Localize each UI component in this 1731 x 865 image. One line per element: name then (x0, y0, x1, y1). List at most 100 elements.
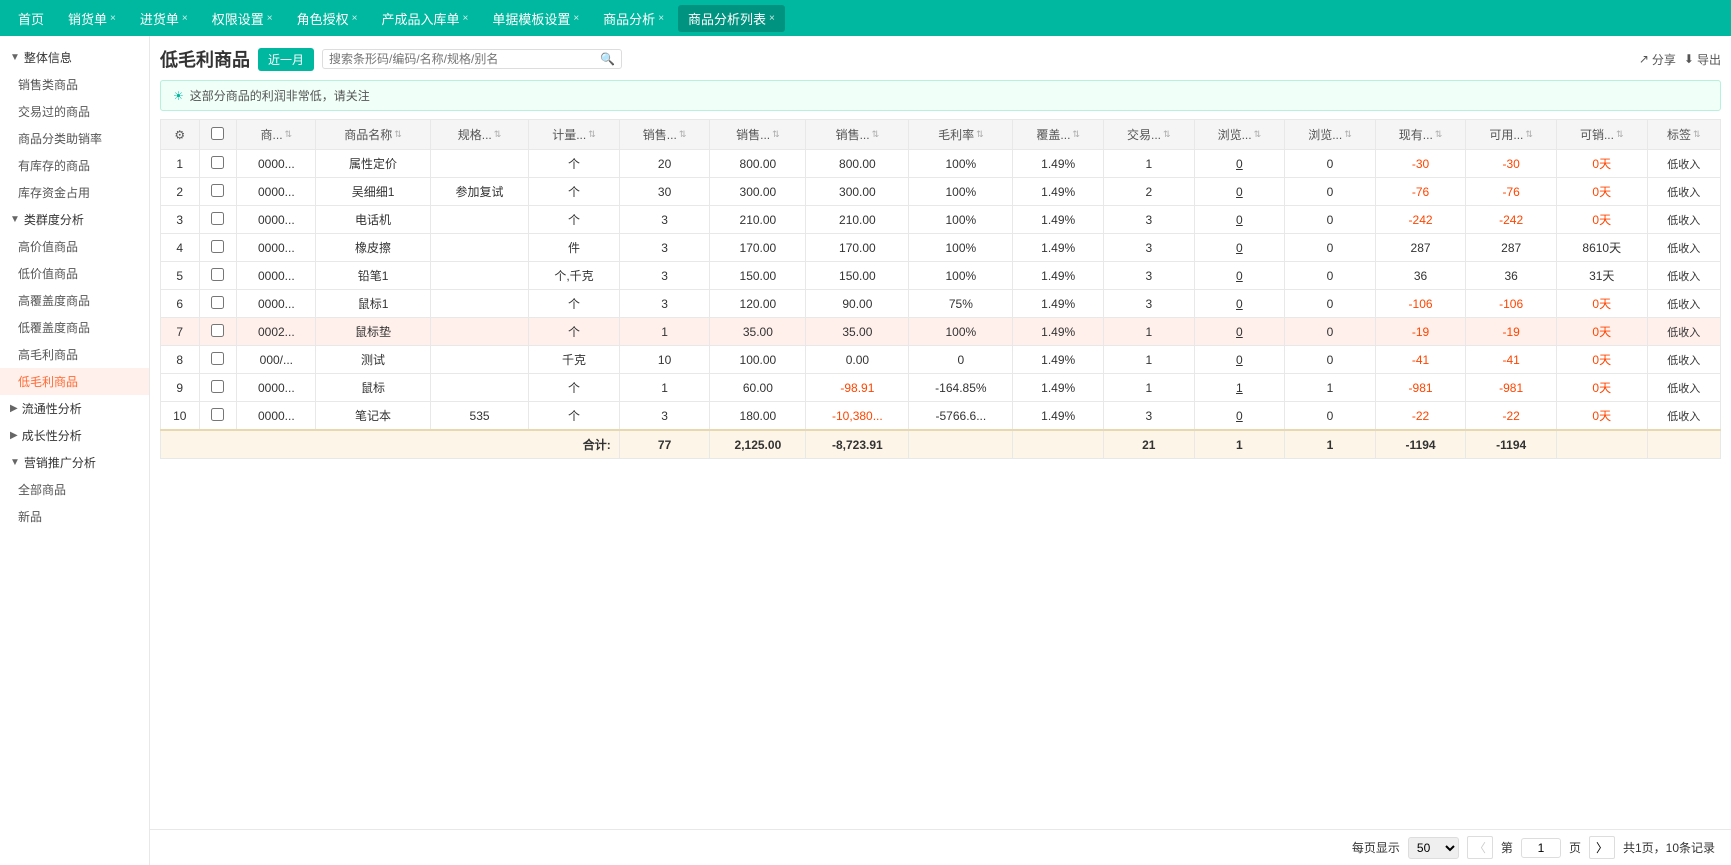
row-checkbox[interactable] (199, 206, 237, 234)
row-checkbox[interactable] (199, 402, 237, 431)
row-checkbox[interactable] (199, 178, 237, 206)
nav-close-sales[interactable]: × (110, 13, 116, 24)
row-code: 0000... (237, 150, 316, 178)
page-number-input[interactable] (1521, 838, 1561, 858)
export-button[interactable]: ⬇ 导出 (1684, 51, 1721, 68)
row-select-checkbox[interactable] (211, 156, 224, 169)
col-unit[interactable]: 计量...⇅ (529, 120, 620, 150)
next-page-button[interactable]: 〉 (1589, 836, 1615, 859)
row-view1[interactable]: 0 (1194, 262, 1285, 290)
col-tag[interactable]: 标签⇅ (1647, 120, 1720, 150)
sidebar-item-sales-products[interactable]: 销售类商品 (0, 71, 149, 98)
row-checkbox[interactable] (199, 234, 237, 262)
filter-button[interactable]: 近一月 (258, 48, 314, 71)
sidebar-item-low-margin[interactable]: 低毛利商品 (0, 368, 149, 395)
sidebar-item-traded-products[interactable]: 交易过的商品 (0, 98, 149, 125)
sidebar-item-category-rate[interactable]: 商品分类助销率 (0, 125, 149, 152)
col-current-stock[interactable]: 现有...⇅ (1375, 120, 1466, 150)
row-checkbox[interactable] (199, 374, 237, 402)
nav-close-role[interactable]: × (352, 13, 358, 24)
nav-close-purchase[interactable]: × (182, 13, 188, 24)
per-page-select[interactable]: 50 100 200 (1408, 837, 1459, 859)
nav-item-template[interactable]: 单据模板设置 × (482, 5, 589, 32)
sidebar-group-marketing[interactable]: ▼ 营销推广分析 (0, 449, 149, 476)
row-checkbox[interactable] (199, 150, 237, 178)
row-view1[interactable]: 0 (1194, 402, 1285, 431)
share-button[interactable]: ↗ 分享 (1639, 51, 1676, 68)
row-select-checkbox[interactable] (211, 408, 224, 421)
col-spec[interactable]: 规格...⇅ (430, 120, 528, 150)
nav-item-home[interactable]: 首页 (8, 5, 54, 32)
row-view1[interactable]: 0 (1194, 290, 1285, 318)
select-all-checkbox[interactable] (211, 127, 224, 140)
sidebar-group-overall[interactable]: ▼ 整体信息 (0, 44, 149, 71)
col-saleable[interactable]: 可销...⇅ (1556, 120, 1647, 150)
row-saleable: 0天 (1556, 178, 1647, 206)
sidebar-group-circulation[interactable]: ▶ 流通性分析 (0, 395, 149, 422)
nav-item-permission[interactable]: 权限设置 × (202, 5, 283, 32)
row-select-checkbox[interactable] (211, 380, 224, 393)
table-row: 8 000/... 测试 千克 10 100.00 0.00 0 1.49% 1… (161, 346, 1721, 374)
nav-item-sales[interactable]: 销货单 × (58, 5, 126, 32)
row-current-stock: 36 (1375, 262, 1466, 290)
nav-close-product-entry[interactable]: × (462, 13, 468, 24)
col-code[interactable]: 商...⇅ (237, 120, 316, 150)
sidebar-item-low-value[interactable]: 低价值商品 (0, 260, 149, 287)
sidebar-group-cluster[interactable]: ▼ 类群度分析 (0, 206, 149, 233)
row-select-checkbox[interactable] (211, 212, 224, 225)
row-checkbox[interactable] (199, 346, 237, 374)
row-select-checkbox[interactable] (211, 268, 224, 281)
sidebar-item-stocked-products[interactable]: 有库存的商品 (0, 152, 149, 179)
row-view1[interactable]: 0 (1194, 234, 1285, 262)
nav-close-template[interactable]: × (573, 13, 579, 24)
row-saleable: 0天 (1556, 206, 1647, 234)
row-select-checkbox[interactable] (211, 352, 224, 365)
nav-item-purchase[interactable]: 进货单 × (130, 5, 198, 32)
sidebar-item-high-margin[interactable]: 高毛利商品 (0, 341, 149, 368)
nav-item-analysis-list[interactable]: 商品分析列表 × (678, 5, 785, 32)
notice-icon: ☀ (173, 89, 184, 103)
sidebar-group-growth[interactable]: ▶ 成长性分析 (0, 422, 149, 449)
row-checkbox[interactable] (199, 290, 237, 318)
sidebar-item-high-coverage[interactable]: 高覆盖度商品 (0, 287, 149, 314)
sidebar-item-all-products[interactable]: 全部商品 (0, 476, 149, 503)
col-available[interactable]: 可用...⇅ (1466, 120, 1557, 150)
row-checkbox[interactable] (199, 262, 237, 290)
nav-close-permission[interactable]: × (267, 13, 273, 24)
row-checkbox[interactable] (199, 318, 237, 346)
prev-page-button[interactable]: 〈 (1467, 836, 1493, 859)
sidebar-item-new-products[interactable]: 新品 (0, 503, 149, 530)
row-coverage: 1.49% (1013, 290, 1104, 318)
col-gross-margin[interactable]: 毛利率⇅ (909, 120, 1013, 150)
sidebar-item-capital-usage[interactable]: 库存资金占用 (0, 179, 149, 206)
nav-close-analysis-list[interactable]: × (769, 13, 775, 24)
row-select-checkbox[interactable] (211, 184, 224, 197)
nav-item-analysis[interactable]: 商品分析 × (593, 5, 674, 32)
nav-item-product-entry[interactable]: 产成品入库单 × (371, 5, 478, 32)
nav-close-analysis[interactable]: × (658, 13, 664, 24)
row-select-checkbox[interactable] (211, 324, 224, 337)
row-view1[interactable]: 1 (1194, 374, 1285, 402)
col-view2[interactable]: 浏览...⇅ (1285, 120, 1376, 150)
row-select-checkbox[interactable] (211, 296, 224, 309)
sidebar-item-low-coverage[interactable]: 低覆盖度商品 (0, 314, 149, 341)
col-name[interactable]: 商品名称⇅ (316, 120, 431, 150)
col-settings[interactable]: ⚙ (161, 120, 200, 150)
search-input[interactable] (329, 52, 600, 66)
col-coverage[interactable]: 覆盖...⇅ (1013, 120, 1104, 150)
row-view1[interactable]: 0 (1194, 150, 1285, 178)
nav-item-role[interactable]: 角色授权 × (287, 5, 368, 32)
col-sales-qty[interactable]: 销售...⇅ (619, 120, 710, 150)
col-sales-profit[interactable]: 销售...⇅ (806, 120, 909, 150)
row-view1[interactable]: 0 (1194, 178, 1285, 206)
col-transaction[interactable]: 交易...⇅ (1103, 120, 1194, 150)
row-view1[interactable]: 0 (1194, 206, 1285, 234)
sidebar-group-cluster-label: 类群度分析 (24, 211, 84, 228)
col-view1[interactable]: 浏览...⇅ (1194, 120, 1285, 150)
row-sales-qty: 30 (619, 178, 710, 206)
sidebar-item-high-value[interactable]: 高价值商品 (0, 233, 149, 260)
row-view1[interactable]: 0 (1194, 318, 1285, 346)
row-view1[interactable]: 0 (1194, 346, 1285, 374)
row-select-checkbox[interactable] (211, 240, 224, 253)
col-sales-amount[interactable]: 销售...⇅ (710, 120, 806, 150)
